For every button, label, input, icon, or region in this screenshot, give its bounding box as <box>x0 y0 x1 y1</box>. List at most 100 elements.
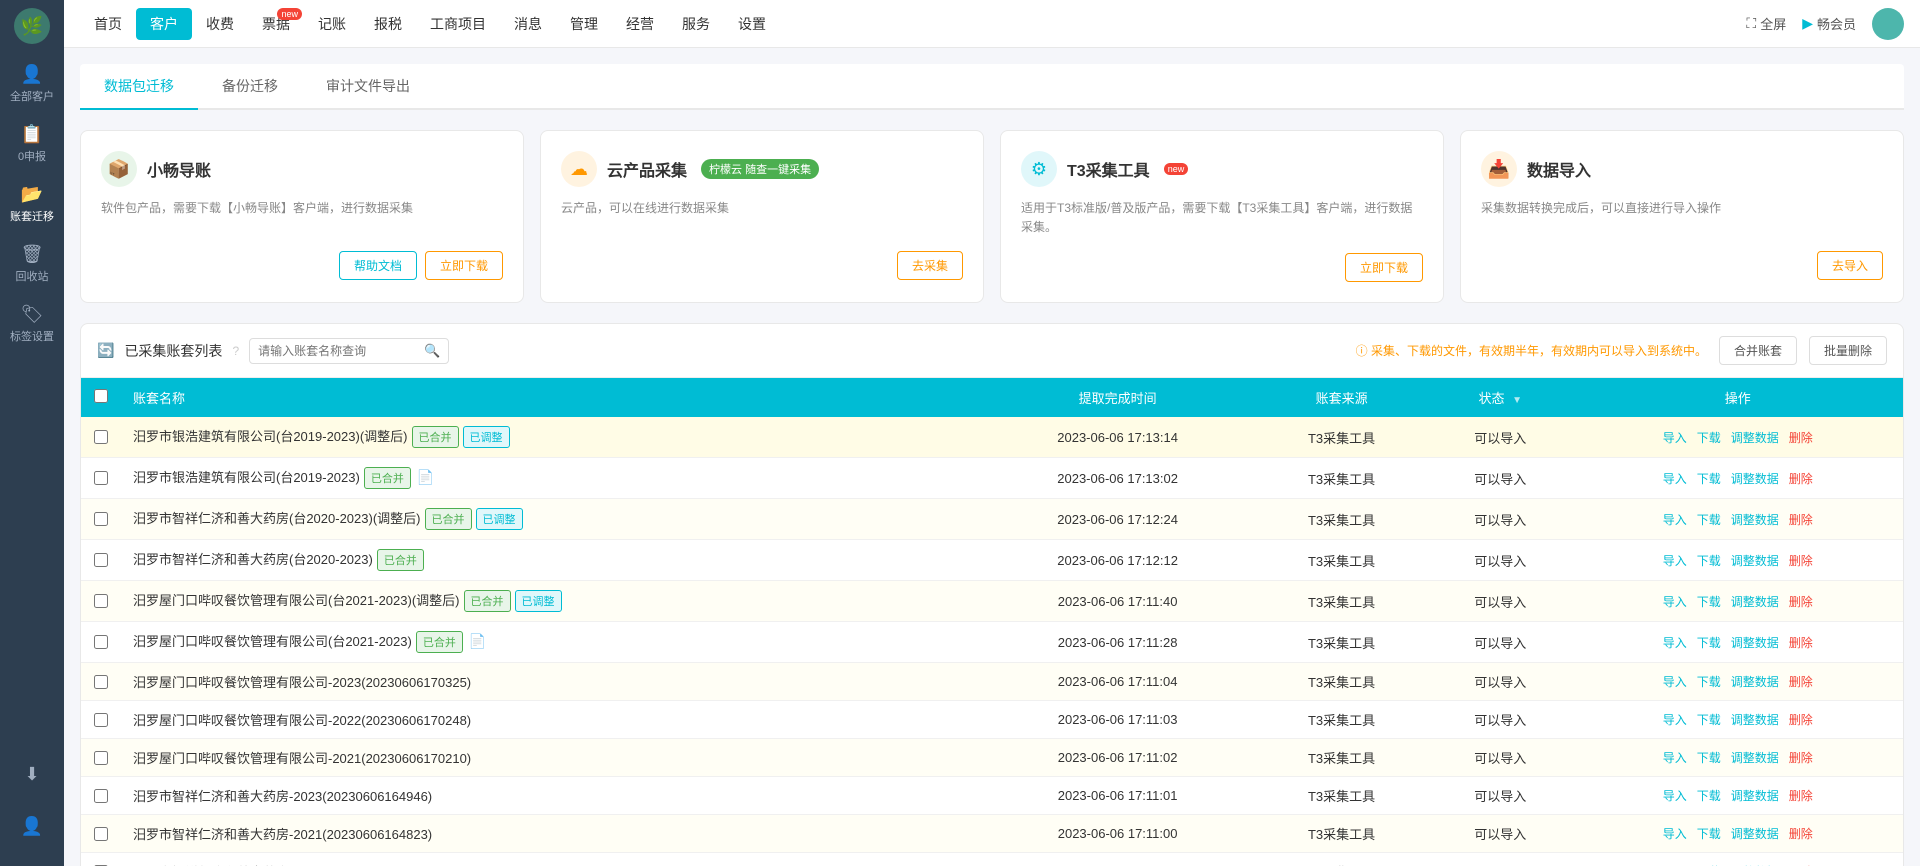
card-icon-4: 📥 <box>1481 151 1517 187</box>
tab-data-migration[interactable]: 数据包迁移 <box>80 64 198 110</box>
action-调整数据[interactable]: 调整数据 <box>1731 429 1779 446</box>
action-导入[interactable]: 导入 <box>1663 634 1687 651</box>
select-all-checkbox[interactable] <box>94 389 108 403</box>
row-checkbox[interactable] <box>94 594 108 608</box>
nav-settings[interactable]: 设置 <box>724 0 780 48</box>
action-导入[interactable]: 导入 <box>1663 429 1687 446</box>
action-删除[interactable]: 删除 <box>1789 787 1813 804</box>
row-checkbox[interactable] <box>94 751 108 765</box>
user-avatar[interactable] <box>1872 8 1904 40</box>
action-导入[interactable]: 导入 <box>1663 787 1687 804</box>
sidebar-item-zero-report[interactable]: 📋 0申报 <box>0 114 64 174</box>
refresh-icon[interactable]: 🔄 <box>97 342 114 359</box>
nav-operation[interactable]: 经营 <box>612 0 668 48</box>
action-下载[interactable]: 下载 <box>1697 711 1721 728</box>
sidebar-item-tag-settings[interactable]: 🏷 标签设置 <box>0 294 64 354</box>
member-btn[interactable]: ▶ 畅会员 <box>1802 14 1856 33</box>
action-下载[interactable]: 下载 <box>1697 511 1721 528</box>
tab-audit-export[interactable]: 审计文件导出 <box>302 64 434 110</box>
action-导入[interactable]: 导入 <box>1663 593 1687 610</box>
action-调整数据[interactable]: 调整数据 <box>1731 634 1779 651</box>
action-下载[interactable]: 下载 <box>1697 593 1721 610</box>
t3-download-button[interactable]: 立即下载 <box>1345 253 1423 282</box>
row-checkbox[interactable] <box>94 789 108 803</box>
help-doc-button[interactable]: 帮助文档 <box>339 251 417 280</box>
action-删除[interactable]: 删除 <box>1789 593 1813 610</box>
nav-bookkeeping[interactable]: 记账 <box>304 0 360 48</box>
sidebar-item-user-bottom[interactable]: 👤 <box>0 806 64 850</box>
action-删除[interactable]: 删除 <box>1789 749 1813 766</box>
row-checkbox[interactable] <box>94 553 108 567</box>
action-下载[interactable]: 下载 <box>1697 825 1721 842</box>
action-下载[interactable]: 下载 <box>1697 552 1721 569</box>
go-import-button[interactable]: 去导入 <box>1817 251 1883 280</box>
person-icon: 👤 <box>21 64 43 85</box>
sidebar-item-all-clients[interactable]: 👤 全部客户 <box>0 54 64 114</box>
batch-delete-button[interactable]: 批量删除 <box>1809 336 1887 365</box>
row-name-cell: 汨罗屋门口哔叹餐饮管理有限公司-2021(20230606170210) <box>121 739 980 777</box>
status-sort-icon[interactable]: ▼ <box>1512 395 1522 406</box>
search-icon[interactable]: 🔍 <box>424 343 440 359</box>
action-删除[interactable]: 删除 <box>1789 511 1813 528</box>
action-调整数据[interactable]: 调整数据 <box>1731 749 1779 766</box>
nav-management[interactable]: 管理 <box>556 0 612 48</box>
card-desc-2: 云产品，可以在线进行数据采集 <box>561 199 963 235</box>
row-checkbox[interactable] <box>94 827 108 841</box>
merge-accounts-button[interactable]: 合并账套 <box>1719 336 1797 365</box>
action-下载[interactable]: 下载 <box>1697 634 1721 651</box>
tab-backup-migration[interactable]: 备份迁移 <box>198 64 302 110</box>
action-导入[interactable]: 导入 <box>1663 749 1687 766</box>
row-checkbox[interactable] <box>94 635 108 649</box>
action-导入[interactable]: 导入 <box>1663 673 1687 690</box>
row-checkbox[interactable] <box>94 430 108 444</box>
nav-tax[interactable]: 报税 <box>360 0 416 48</box>
go-collect-button[interactable]: 去采集 <box>897 251 963 280</box>
action-导入[interactable]: 导入 <box>1663 711 1687 728</box>
nav-service[interactable]: 服务 <box>668 0 724 48</box>
action-调整数据[interactable]: 调整数据 <box>1731 711 1779 728</box>
row-checkbox[interactable] <box>94 713 108 727</box>
action-下载[interactable]: 下载 <box>1697 787 1721 804</box>
action-删除[interactable]: 删除 <box>1789 470 1813 487</box>
nav-home[interactable]: 首页 <box>80 0 136 48</box>
action-调整数据[interactable]: 调整数据 <box>1731 552 1779 569</box>
row-checkbox[interactable] <box>94 512 108 526</box>
nav-charge[interactable]: 收费 <box>192 0 248 48</box>
action-调整数据[interactable]: 调整数据 <box>1731 787 1779 804</box>
row-checkbox[interactable] <box>94 471 108 485</box>
fullscreen-btn[interactable]: ⛶ 全屏 <box>1746 14 1786 33</box>
action-删除[interactable]: 删除 <box>1789 634 1813 651</box>
action-导入[interactable]: 导入 <box>1663 552 1687 569</box>
nav-message[interactable]: 消息 <box>500 0 556 48</box>
action-下载[interactable]: 下载 <box>1697 470 1721 487</box>
sidebar-item-recycle[interactable]: 🗑 回收站 <box>0 234 64 294</box>
app-logo[interactable]: 🌿 <box>14 8 50 44</box>
action-删除[interactable]: 删除 <box>1789 429 1813 446</box>
row-name: 汨罗市智祥仁济和善大药房-2021(20230606164823) <box>133 827 432 842</box>
help-icon[interactable]: ? <box>232 344 239 358</box>
action-调整数据[interactable]: 调整数据 <box>1731 593 1779 610</box>
action-删除[interactable]: 删除 <box>1789 825 1813 842</box>
action-导入[interactable]: 导入 <box>1663 470 1687 487</box>
action-调整数据[interactable]: 调整数据 <box>1731 825 1779 842</box>
nav-industry[interactable]: 工商项目 <box>416 0 500 48</box>
row-checkbox[interactable] <box>94 675 108 689</box>
action-调整数据[interactable]: 调整数据 <box>1731 470 1779 487</box>
action-调整数据[interactable]: 调整数据 <box>1731 673 1779 690</box>
action-下载[interactable]: 下载 <box>1697 673 1721 690</box>
sidebar-item-account-migration[interactable]: 📂 账套迁移 <box>0 174 64 234</box>
action-删除[interactable]: 删除 <box>1789 552 1813 569</box>
sidebar-item-download[interactable]: ⬇ <box>0 754 64 798</box>
search-input[interactable] <box>258 344 418 358</box>
nav-client[interactable]: 客户 <box>136 8 192 40</box>
action-删除[interactable]: 删除 <box>1789 711 1813 728</box>
action-调整数据[interactable]: 调整数据 <box>1731 511 1779 528</box>
action-删除[interactable]: 删除 <box>1789 673 1813 690</box>
nav-invoice[interactable]: 票据 new <box>248 0 304 48</box>
action-导入[interactable]: 导入 <box>1663 825 1687 842</box>
action-下载[interactable]: 下载 <box>1697 749 1721 766</box>
download-now-button[interactable]: 立即下载 <box>425 251 503 280</box>
action-下载[interactable]: 下载 <box>1697 429 1721 446</box>
toolbar-right: ⓘ 采集、下载的文件，有效期半年，有效期内可以导入到系统中。 合并账套 批量删除 <box>1356 336 1887 365</box>
action-导入[interactable]: 导入 <box>1663 511 1687 528</box>
